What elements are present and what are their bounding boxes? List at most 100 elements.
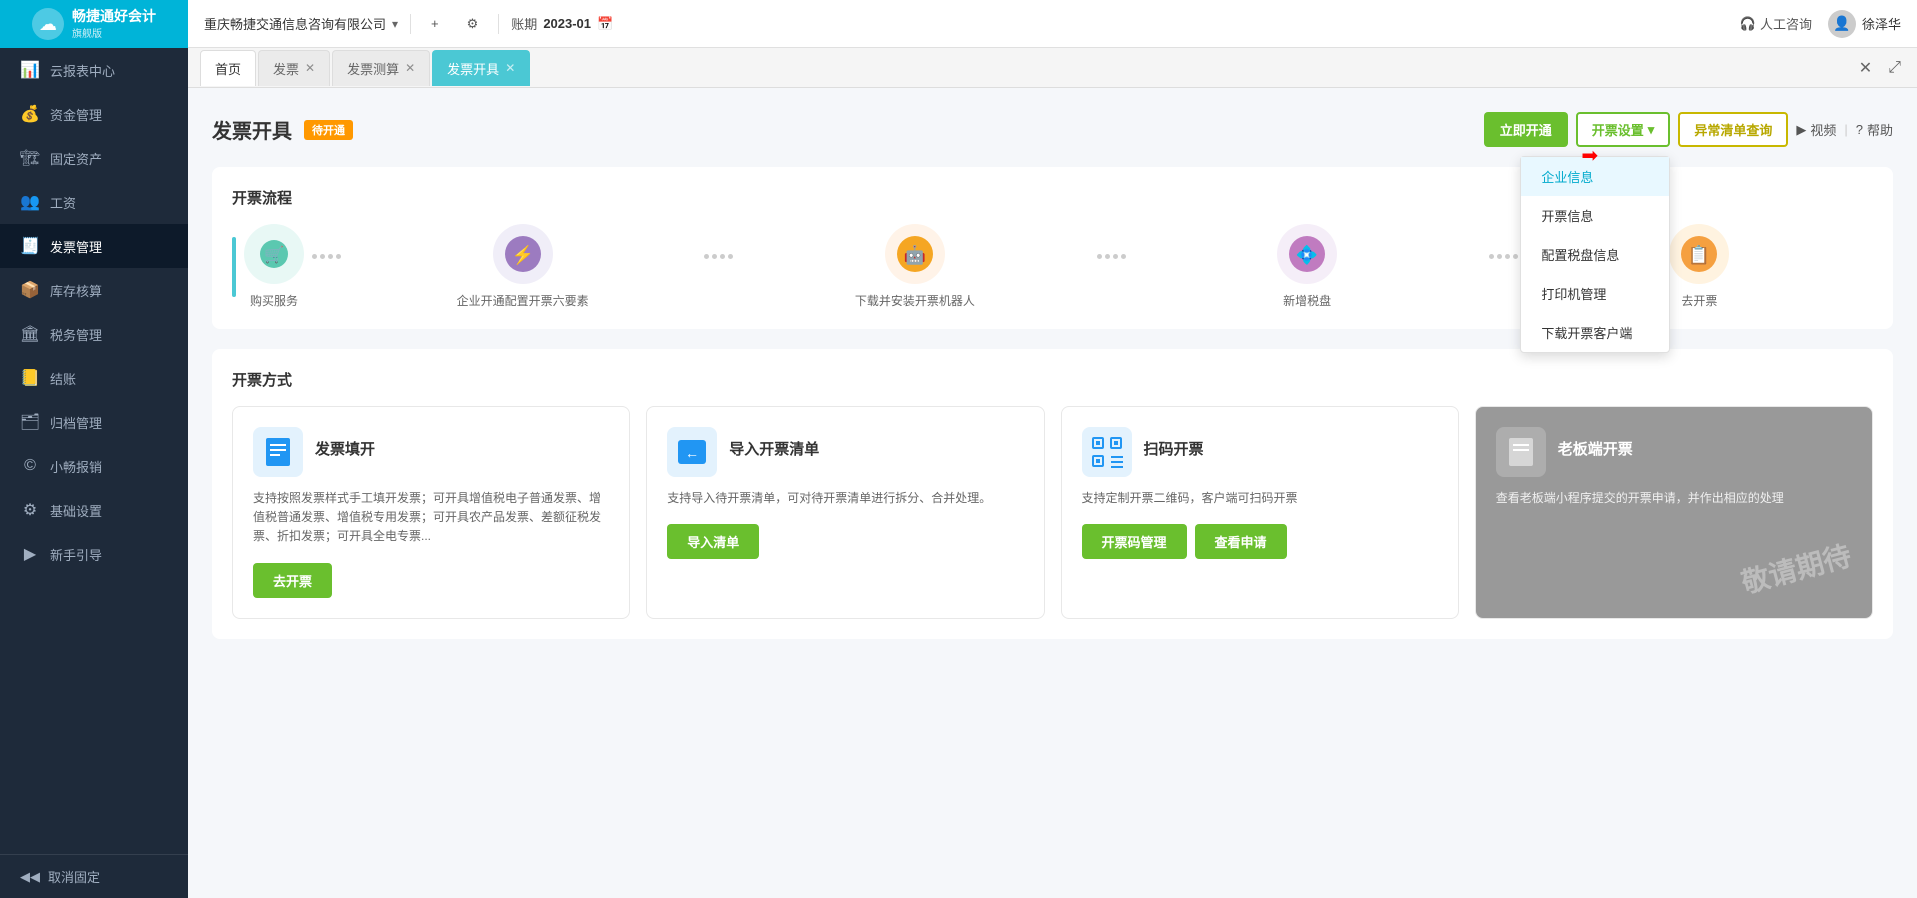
jichushezhi-icon: ⚙ [20, 500, 40, 520]
sidebar-item-gudingzichan[interactable]: 🏗 固定资产 [0, 136, 188, 180]
play-icon: ▶ [1796, 122, 1806, 138]
activate-button[interactable]: 立即开通 [1484, 112, 1568, 147]
sidebar: 📊 云报表中心💰 资金管理🏗 固定资产👥 工资🧾 发票管理📦 库存核算🏛 税务管… [0, 48, 188, 898]
tab-fapiao_cesuan[interactable]: 发票测算✕ [332, 50, 430, 86]
divider-1 [410, 14, 411, 34]
sidebar-item-xinshouyindao[interactable]: ▶ 新手引导 [0, 532, 188, 576]
sidebar-item-shuiwu[interactable]: 🏛 税务管理 [0, 312, 188, 356]
tab-fapiao_kaiju[interactable]: 发票开具 ✕ [432, 50, 530, 86]
settings-button[interactable]: 开票设置 ▾ [1576, 112, 1671, 147]
tab-label-fapiao_kaiju: 发票开具 [447, 59, 499, 78]
step-shuipan: 💠 新增税盘 [1134, 224, 1481, 309]
add-button[interactable]: + [423, 12, 447, 35]
tab-actions: ✕ ⤢ [1855, 54, 1905, 82]
gongzi-icon: 👥 [20, 192, 40, 212]
step-icon-shuipan: 💠 [1277, 224, 1337, 284]
step-label-go-invoice: 去开票 [1681, 292, 1717, 309]
logo-title: 畅捷通好会计 [72, 8, 156, 25]
manual-icon [253, 427, 303, 477]
settings-dropdown-menu: ➡ 企业信息开票信息配置税盘信息打印机管理下载开票客户端 [1520, 156, 1670, 353]
manual-go-button[interactable]: 去开票 [253, 563, 332, 598]
maximize-button[interactable]: ⤢ [1884, 54, 1905, 82]
import-title: 导入开票清单 [729, 438, 819, 459]
dropdown-item-kaipiao_info[interactable]: 开票信息 [1521, 196, 1669, 235]
company-name: 重庆畅捷交通信息咨询有限公司 [204, 14, 386, 33]
fapiao-icon: 🧾 [20, 236, 40, 256]
dropdown-item-dayin_guanli[interactable]: 打印机管理 [1521, 274, 1669, 313]
step-label-config: 企业开通配置开票六要素 [457, 292, 589, 309]
step-label-download: 下载并安装开票机器人 [855, 292, 975, 309]
zijin-icon: 💰 [20, 104, 40, 124]
tab-bar: 首页发票✕发票测算✕发票开具✕ ✕ ⤢ [188, 48, 1917, 88]
sidebar-item-gongzi[interactable]: 👥 工资 [0, 180, 188, 224]
scan-icon [1082, 427, 1132, 477]
tab-fapiao[interactable]: 发票 ✕ [258, 50, 330, 86]
xiaochangbaoxiao-icon: © [20, 456, 40, 476]
calendar-icon[interactable]: 📅 [597, 16, 613, 32]
tab-close-fapiao[interactable]: ✕ [305, 61, 315, 75]
step-indicator [232, 237, 236, 297]
import-desc: 支持导入待开票清单，可对待开票清单进行拆分、合并处理。 [667, 489, 1023, 508]
kucun-icon: 📦 [20, 280, 40, 300]
qr-manage-button[interactable]: 开票码管理 [1082, 524, 1187, 559]
methods-title: 开票方式 [232, 369, 1873, 390]
dropdown-item-xiazai_kehu[interactable]: 下载开票客户端 [1521, 313, 1669, 352]
yunbao-label: 云报表中心 [50, 61, 115, 80]
user-info[interactable]: 👤 徐泽华 [1828, 10, 1901, 38]
sidebar-item-jiezhang[interactable]: 📒 结账 [0, 356, 188, 400]
guidang-icon: 🗂 [20, 412, 40, 432]
zijin-label: 资金管理 [50, 105, 102, 124]
consultation-button[interactable]: 🎧 人工咨询 [1740, 14, 1812, 33]
method-card-boss: 老板端开票 查看老板端小程序提交的开票申请，并作出相应的处理 敬请期待 [1475, 406, 1873, 619]
manual-desc: 支持按照发票样式手工填开发票；可开具增值税电子普通发票、增值税普通发票、增值税专… [253, 489, 609, 547]
abnormal-list-button[interactable]: 异常清单查询 [1678, 112, 1788, 147]
tab-label-fapiao: 发票 [273, 59, 299, 78]
arrow-dots-2 [704, 254, 733, 259]
sidebar-item-guidang[interactable]: 🗂 归档管理 [0, 400, 188, 444]
company-selector[interactable]: 重庆畅捷交通信息咨询有限公司 ▾ [204, 14, 398, 33]
close-tab-button[interactable]: ✕ [1855, 54, 1876, 82]
sidebar-item-jichushezhi[interactable]: ⚙ 基础设置 [0, 488, 188, 532]
sidebar-item-fapiao[interactable]: 🧾 发票管理 [0, 224, 188, 268]
sidebar-item-xiaochangbaoxiao[interactable]: © 小畅报销 [0, 444, 188, 488]
jiezhang-icon: 📒 [20, 368, 40, 388]
dropdown-item-peizhishuipan[interactable]: 配置税盘信息 [1521, 235, 1669, 274]
method-grid: 发票填开 支持按照发票样式手工填开发票；可开具增值税电子普通发票、增值税普通发票… [232, 406, 1873, 619]
step-config: ⚡ 企业开通配置开票六要素 [349, 224, 696, 309]
user-icon: 👤 [1833, 15, 1850, 32]
sidebar-item-yunbao[interactable]: 📊 云报表中心 [0, 48, 188, 92]
import-list-button[interactable]: 导入清单 [667, 524, 759, 559]
method-card-scan: 扫码开票 支持定制开票二维码，客户端可扫码开票 开票码管理 查看申请 [1061, 406, 1459, 619]
video-button[interactable]: ▶ 视频 [1796, 120, 1836, 139]
logo-subtitle: 旗舰版 [72, 25, 156, 40]
gudingzichan-label: 固定资产 [50, 149, 102, 168]
divider-2 [498, 14, 499, 34]
avatar: 👤 [1828, 10, 1856, 38]
svg-text:🤖: 🤖 [904, 244, 926, 265]
svg-text:⚡: ⚡ [511, 244, 533, 266]
xiaochangbaoxiao-label: 小畅报销 [50, 457, 102, 476]
sidebar-item-zijin[interactable]: 💰 资金管理 [0, 92, 188, 136]
help-button[interactable]: ? 帮助 [1856, 120, 1893, 139]
cancel-fixed-button[interactable]: ◀◀ 取消固定 [0, 854, 188, 898]
help-icon: ? [1856, 122, 1863, 137]
step-download: 🤖 下载并安装开票机器人 [741, 224, 1088, 309]
xinshouyindao-label: 新手引导 [50, 545, 102, 564]
xinshouyindao-icon: ▶ [20, 544, 40, 564]
headset-icon: 🎧 [1740, 16, 1756, 32]
sidebar-item-kucun[interactable]: 📦 库存核算 [0, 268, 188, 312]
settings-button[interactable]: ⚙ [459, 12, 487, 36]
tab-home[interactable]: 首页 [200, 50, 256, 86]
divider-icon: | [1844, 122, 1847, 137]
red-arrow-icon: ➡ [1581, 143, 1598, 168]
view-apply-button[interactable]: 查看申请 [1195, 524, 1287, 559]
jiezhang-label: 结账 [50, 369, 76, 388]
svg-text:🛒: 🛒 [264, 245, 284, 264]
tab-close-fapiao_cesuan[interactable]: ✕ [405, 61, 415, 75]
kucun-label: 库存核算 [50, 281, 102, 300]
username: 徐泽华 [1862, 14, 1901, 33]
gongzi-label: 工资 [50, 193, 76, 212]
dropdown-arrow-icon: ▾ [1648, 122, 1655, 138]
tab-close-fapiao_kaiju[interactable]: ✕ [505, 61, 515, 75]
step-icon-config: ⚡ [493, 224, 553, 284]
